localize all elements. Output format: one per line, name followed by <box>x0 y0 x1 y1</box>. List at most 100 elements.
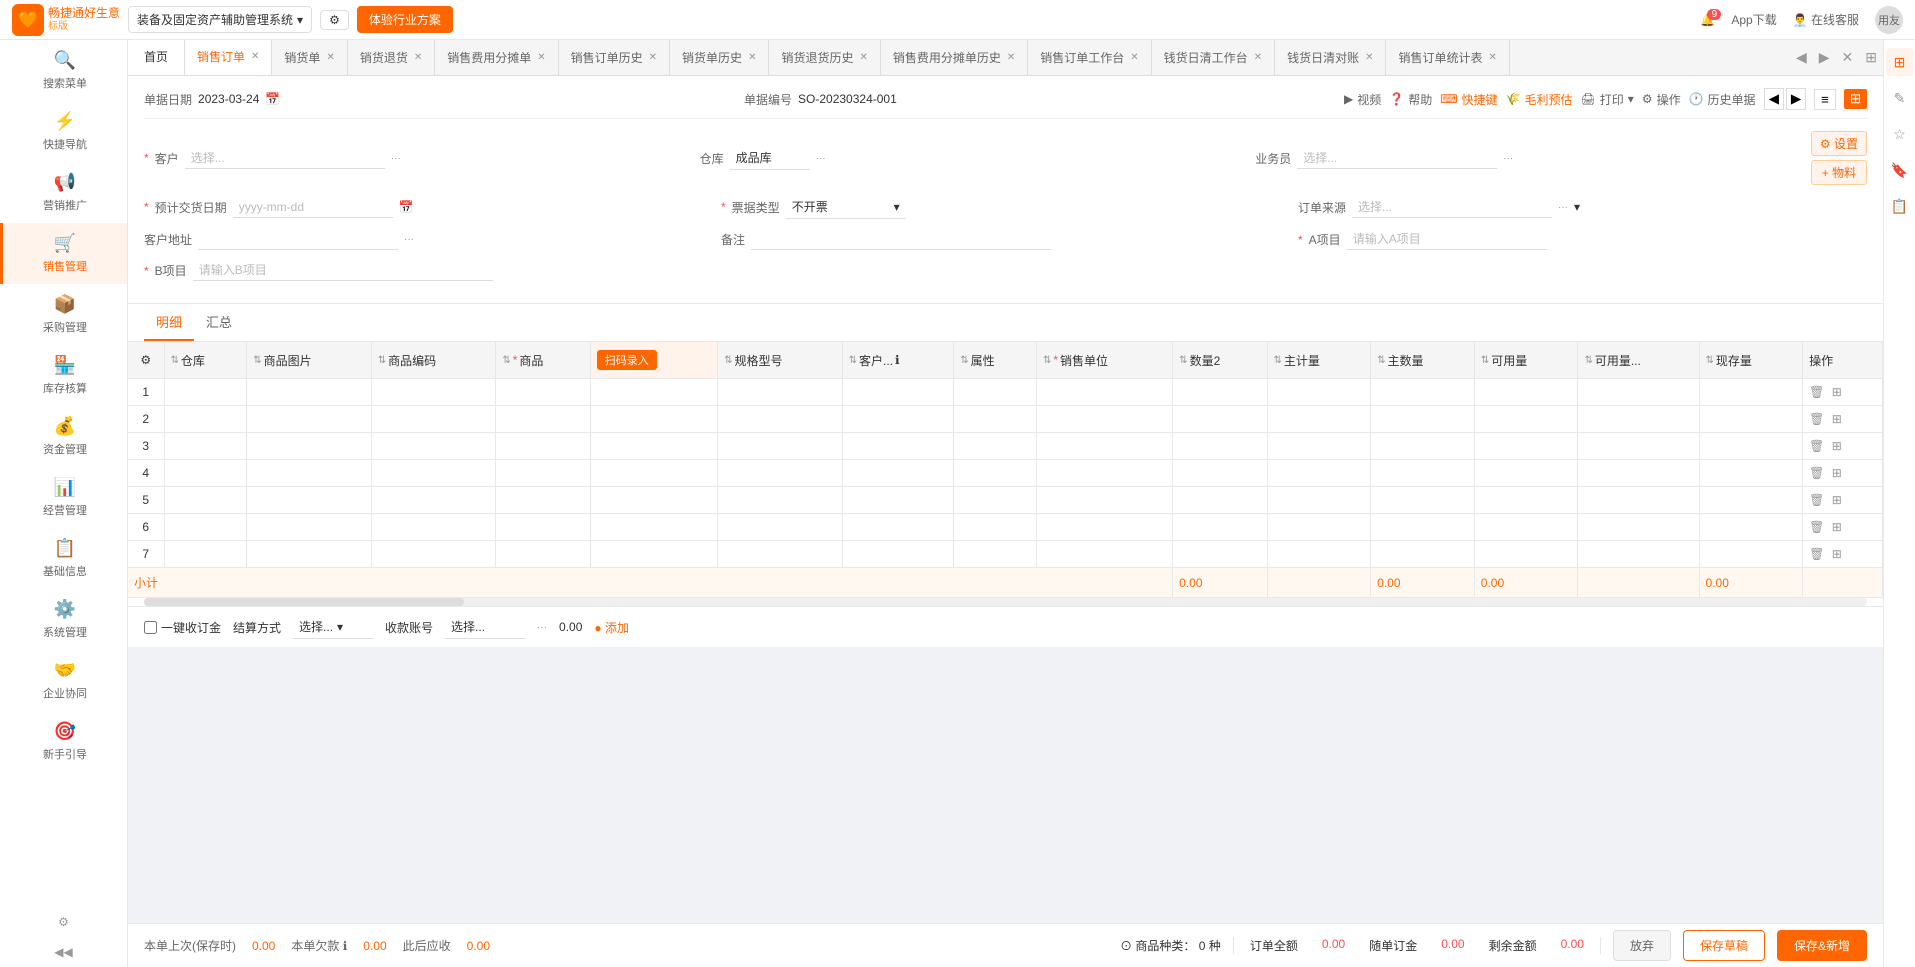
row-3-unit[interactable] <box>1036 433 1172 460</box>
sidebar-item-system[interactable]: ⚙️ 系统管理 <box>0 589 127 650</box>
row-2-spec[interactable] <box>718 406 843 433</box>
row-1-stock[interactable] <box>1699 379 1803 406</box>
row-5-available[interactable] <box>1474 487 1578 514</box>
row-3-scan[interactable] <box>590 433 717 460</box>
online-service-link[interactable]: 👨‍💼 在线客服 <box>1793 11 1859 28</box>
sidebar-item-operation[interactable]: 📊 经营管理 <box>0 467 127 528</box>
row-2-available[interactable] <box>1474 406 1578 433</box>
tab-close-cashflow-reconcile[interactable]: ✕ <box>1365 52 1373 63</box>
row-1-scan[interactable] <box>590 379 717 406</box>
row-5-copy-btn[interactable]: ⊞ <box>1832 493 1842 507</box>
row-7-product-image[interactable] <box>247 541 372 568</box>
tab-close-sales-fee-split[interactable]: ✕ <box>537 52 545 63</box>
right-panel-grid-btn[interactable]: ⊞ <box>1886 48 1914 76</box>
row-6-main-unit[interactable] <box>1267 514 1371 541</box>
row-2-main-qty[interactable] <box>1371 406 1475 433</box>
row-6-spec[interactable] <box>718 514 843 541</box>
b-project-input[interactable] <box>193 260 493 281</box>
tab-cashflow-workbench[interactable]: 钱货日清工作台 ✕ <box>1152 40 1275 76</box>
row-1-available2[interactable] <box>1578 379 1699 406</box>
sidebar-item-quick[interactable]: ⚡ 快捷导航 <box>0 101 127 162</box>
user-avatar[interactable]: 用友 <box>1875 6 1903 34</box>
row-6-available[interactable] <box>1474 514 1578 541</box>
sidebar-item-enterprise[interactable]: 🤝 企业协同 <box>0 650 127 711</box>
tab-sales-return[interactable]: 销货单 ✕ <box>272 40 347 76</box>
delivery-date-input[interactable] <box>233 197 393 218</box>
customer-address-input[interactable] <box>198 229 398 250</box>
row-2-customer-code[interactable] <box>842 406 954 433</box>
tab-next-btn[interactable]: ▶ <box>1813 49 1836 66</box>
row-4-available[interactable] <box>1474 460 1578 487</box>
row-6-attributes[interactable] <box>954 514 1037 541</box>
row-7-copy-btn[interactable]: ⊞ <box>1832 547 1842 561</box>
row-6-product-image[interactable] <box>247 514 372 541</box>
right-panel-edit-btn[interactable]: ✎ <box>1886 84 1914 112</box>
row-6-customer-code[interactable] <box>842 514 954 541</box>
staff-input[interactable] <box>1297 148 1497 169</box>
tab-sales-fee-split[interactable]: 销售费用分摊单 ✕ <box>435 40 558 76</box>
table-tab-summary[interactable]: 汇总 <box>194 304 244 341</box>
row-4-stock[interactable] <box>1699 460 1803 487</box>
row-5-delete-btn[interactable]: 🗑 <box>1809 493 1824 507</box>
row-3-warehouse[interactable] <box>164 433 247 460</box>
next-record-btn[interactable]: ▶ <box>1786 88 1806 110</box>
sidebar-item-marketing[interactable]: 📢 营销推广 <box>0 162 127 223</box>
row-5-scan[interactable] <box>590 487 717 514</box>
invoice-type-select[interactable]: 不开票 ▾ <box>786 195 906 219</box>
th-spec[interactable]: ⇅ 规格型号 <box>718 342 843 379</box>
row-5-qty2[interactable] <box>1173 487 1267 514</box>
row-6-stock[interactable] <box>1699 514 1803 541</box>
row-7-scan[interactable] <box>590 541 717 568</box>
payment-method-select[interactable]: 选择... ▾ <box>293 615 373 639</box>
row-6-product-name[interactable] <box>496 514 590 541</box>
tab-close-sales-return[interactable]: ✕ <box>326 52 334 63</box>
a-project-input[interactable] <box>1347 229 1547 250</box>
tab-sales-order-history[interactable]: 销售订单历史 ✕ <box>559 40 670 76</box>
row-1-product-name[interactable] <box>496 379 590 406</box>
profit-forecast-btn[interactable]: 🌾 毛利预估 <box>1506 91 1573 108</box>
row-2-unit[interactable] <box>1036 406 1172 433</box>
row-4-copy-btn[interactable]: ⊞ <box>1832 466 1842 480</box>
row-3-product-name[interactable] <box>496 433 590 460</box>
row-1-customer-code[interactable] <box>842 379 954 406</box>
tab-home[interactable]: 首页 <box>128 40 185 76</box>
customer-input[interactable] <box>185 148 385 169</box>
tab-close-sales-fee-history[interactable]: ✕ <box>1007 52 1015 63</box>
sidebar-item-inventory[interactable]: 🏪 库存核算 <box>0 345 127 406</box>
th-product-name[interactable]: ⇅ * 商品 <box>496 342 590 379</box>
row-4-customer-code[interactable] <box>842 460 954 487</box>
row-4-main-qty[interactable] <box>1371 460 1475 487</box>
row-3-spec[interactable] <box>718 433 843 460</box>
row-3-product-image[interactable] <box>247 433 372 460</box>
one-click-order-checkbox[interactable] <box>144 621 157 634</box>
tab-prev-btn[interactable]: ◀ <box>1790 49 1813 66</box>
row-4-spec[interactable] <box>718 460 843 487</box>
settings-float-btn[interactable]: ⚙ 设置 <box>1811 131 1867 156</box>
row-7-attributes[interactable] <box>954 541 1037 568</box>
row-6-unit[interactable] <box>1036 514 1172 541</box>
row-1-product-image[interactable] <box>247 379 372 406</box>
row-3-customer-code[interactable] <box>842 433 954 460</box>
order-source-more-btn[interactable]: ··· <box>1558 202 1568 213</box>
table-tab-detail[interactable]: 明细 <box>144 304 194 341</box>
row-4-product-image[interactable] <box>247 460 372 487</box>
sidebar-item-sales[interactable]: 🛒 销售管理 <box>0 223 127 284</box>
row-6-main-qty[interactable] <box>1371 514 1475 541</box>
operations-btn[interactable]: ⚙ 操作 <box>1642 91 1681 108</box>
row-7-warehouse[interactable] <box>164 541 247 568</box>
staff-more-btn[interactable]: ··· <box>1503 153 1513 164</box>
prev-record-btn[interactable]: ◀ <box>1764 88 1784 110</box>
row-7-main-qty[interactable] <box>1371 541 1475 568</box>
row-4-warehouse[interactable] <box>164 460 247 487</box>
row-2-product-code[interactable] <box>371 406 496 433</box>
app-download-link[interactable]: App下载 <box>1731 11 1776 28</box>
th-warehouse[interactable]: ⇅ 仓库 <box>164 342 247 379</box>
add-product-float-btn[interactable]: + 物料 <box>1811 160 1867 185</box>
form-view-btn[interactable]: ⊞ <box>1844 89 1867 109</box>
history-btn[interactable]: 🕐 历史单据 <box>1689 91 1756 108</box>
right-panel-bookmark-btn[interactable]: 🔖 <box>1886 156 1914 184</box>
delivery-calendar-icon[interactable]: 📅 <box>399 200 414 214</box>
row-5-main-unit[interactable] <box>1267 487 1371 514</box>
warehouse-more-btn[interactable]: ··· <box>816 153 826 164</box>
row-5-product-name[interactable] <box>496 487 590 514</box>
